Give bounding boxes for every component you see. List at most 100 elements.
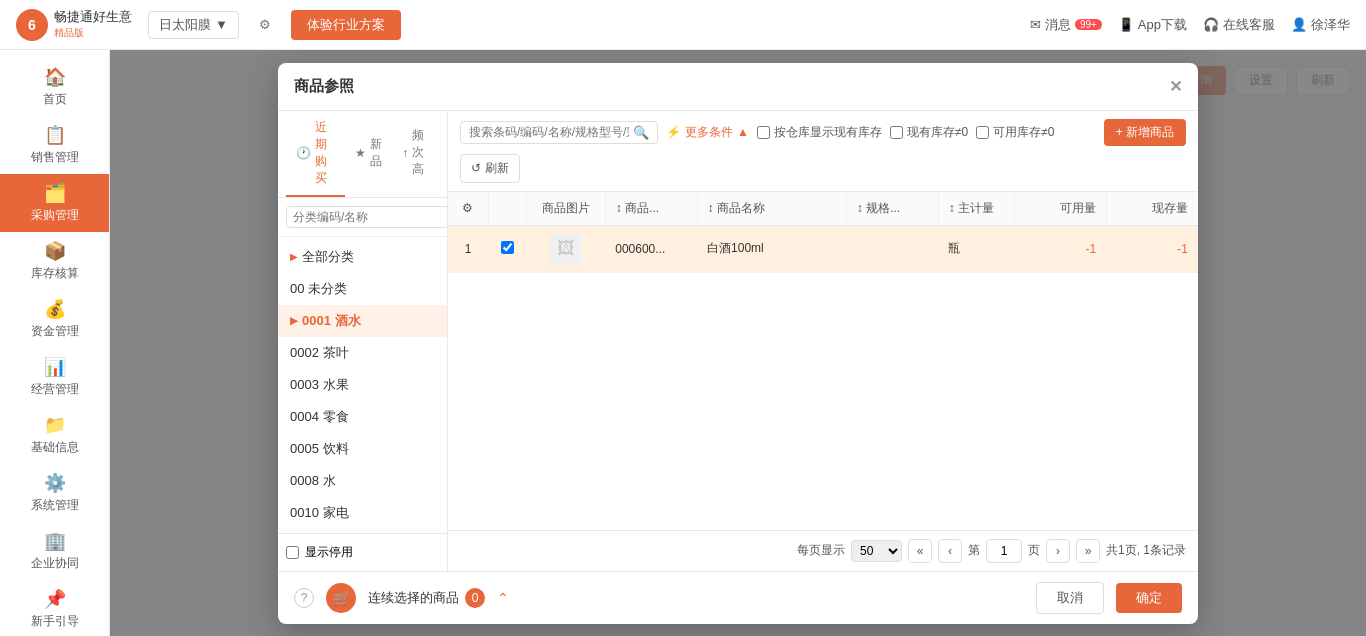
sidebar-item-enterprise[interactable]: 🏢 企业协同 [0,522,109,580]
selected-count: 连续选择的商品 0 [368,588,485,608]
enterprise-icon: 🏢 [44,530,66,552]
show-disabled-checkbox[interactable] [286,546,299,559]
page-label: 第 [968,542,980,559]
show-disabled-label: 显示停用 [305,544,353,561]
nav-msg[interactable]: ✉ 消息 99+ [1030,16,1102,34]
sidebar-label-operation: 经营管理 [31,381,79,398]
cat-item-c0001[interactable]: ▶ 0001 酒水 [278,305,447,337]
page-input[interactable] [986,539,1022,563]
confirm-btn[interactable]: 确定 [1116,583,1182,613]
nav-user[interactable]: 👤 徐泽华 [1291,16,1350,34]
cat-item-c0004[interactable]: 0004 零食 [278,401,447,433]
recent-icon: 🕐 [296,146,311,160]
sidebar-item-sales[interactable]: 📋 销售管理 [0,116,109,174]
cat-item-c0005[interactable]: 0005 饮料 [278,433,447,465]
add-product-btn[interactable]: + 新增商品 [1104,119,1186,146]
cat-item-c0002-label: 0002 茶叶 [290,344,349,362]
modal-overlay: 商品参照 ✕ 🕐 近期购买 ★ 新 [110,50,1366,636]
modal-close-btn[interactable]: ✕ [1169,77,1182,96]
cancel-btn[interactable]: 取消 [1036,582,1104,614]
sidebar-item-purchase[interactable]: 🗂️ 采购管理 [0,174,109,232]
by-warehouse-checkbox-group[interactable]: 按仓库显示现有库存 [757,124,882,141]
cat-tabs: 🕐 近期购买 ★ 新品 ↑ 频次高 [278,111,447,198]
sidebar-label-home: 首页 [43,91,67,108]
cat-item-c0003[interactable]: 0003 水果 [278,369,447,401]
cat-tab-recent[interactable]: 🕐 近期购买 [286,111,345,197]
help-icon[interactable]: ? [294,588,314,608]
cat-tab-freq[interactable]: ↑ 频次高 [392,111,439,197]
available-checkbox-group[interactable]: 可用库存≠0 [976,124,1054,141]
sidebar-item-system[interactable]: ⚙️ 系统管理 [0,464,109,522]
sidebar-item-operation[interactable]: 📊 经营管理 [0,348,109,406]
next-page-btn[interactable]: › [1046,539,1070,563]
gear-icon[interactable]: ⚙ [251,11,279,39]
search-icon[interactable]: 🔍 [633,125,649,140]
finance-icon: 💰 [44,298,66,320]
sidebar-label-finance: 资金管理 [31,323,79,340]
th-img: 商品图片 [526,192,605,226]
trial-btn[interactable]: 体验行业方案 [291,10,401,40]
first-page-btn[interactable]: « [908,539,932,563]
table-row[interactable]: 1 🖼 000600... 白酒100ml [448,225,1198,272]
logo-name: 畅捷通好生意 [54,9,132,26]
nav-service[interactable]: 🎧 在线客服 [1203,16,1275,34]
cat-tab-recent-label: 近期购买 [315,119,335,187]
search-input[interactable] [469,125,629,139]
basic-icon: 📁 [44,414,66,436]
refresh-btn[interactable]: ↺ 刷新 [460,154,520,183]
row-name: 白酒100ml [697,225,846,272]
nav-dropdown[interactable]: 日太阳膜 ▼ [148,11,239,39]
cat-item-c00[interactable]: 00 未分类 [278,273,447,305]
arrow-icon: ▶ [290,251,298,262]
cart-icon[interactable]: 🛒 [326,583,356,613]
row-check[interactable] [488,225,526,272]
sidebar-label-sales: 销售管理 [31,149,79,166]
msg-badge: 99+ [1075,19,1102,30]
row-img: 🖼 [526,225,605,272]
sidebar-item-basic[interactable]: 📁 基础信息 [0,406,109,464]
available-checkbox[interactable] [976,126,989,139]
system-icon: ⚙️ [44,472,66,494]
sidebar-item-inventory[interactable]: 📦 库存核算 [0,232,109,290]
sidebar-item-finance[interactable]: 💰 资金管理 [0,290,109,348]
th-settings[interactable]: ⚙ [448,192,488,226]
has-stock-checkbox[interactable] [890,126,903,139]
modal-header: 商品参照 ✕ [278,63,1198,111]
has-stock-checkbox-group[interactable]: 现有库存≠0 [890,124,968,141]
nav-app[interactable]: 📱 App下载 [1118,16,1187,34]
cat-item-c0008[interactable]: 0008 水 [278,465,447,497]
cat-item-c0002[interactable]: 0002 茶叶 [278,337,447,369]
filter-btn[interactable]: ⚡ 更多条件 ▲ [666,124,749,141]
cat-item-c00-label: 00 未分类 [290,280,347,298]
by-warehouse-label: 按仓库显示现有库存 [774,124,882,141]
logo-sub: 精品版 [54,26,132,40]
by-warehouse-checkbox[interactable] [757,126,770,139]
page-size-label: 每页显示 [797,542,845,559]
category-list: ▶ 全部分类 00 未分类 ▶ 0001 酒水 0002 茶 [278,237,447,533]
cat-tab-new[interactable]: ★ 新品 [345,111,392,197]
home-icon: 🏠 [44,66,66,88]
th-name: ↕ 商品名称 [697,192,846,226]
prod-toolbar: 🔍 ⚡ 更多条件 ▲ 按仓库显示现有库存 [448,111,1198,192]
product-table: ⚙ 商品图片 ↕ 商品... ↕ 商品名称 [448,192,1198,530]
arrow-icon-active: ▶ [290,315,298,326]
prev-page-btn[interactable]: ‹ [938,539,962,563]
sales-icon: 📋 [44,124,66,146]
collapse-btn[interactable]: ⌃ [497,590,509,606]
has-stock-label: 现有库存≠0 [907,124,968,141]
selected-label: 连续选择的商品 [368,589,459,607]
page-size-select[interactable]: 50 10 20 100 [851,540,902,562]
content-area: 查询 设置 刷新 商品参照 ✕ 🕐 [110,50,1366,636]
cat-item-c0003-label: 0003 水果 [290,376,349,394]
nav-user-name: 徐泽华 [1311,16,1350,34]
th-spec: ↕ 规格... [846,192,938,226]
category-panel: 🕐 近期购买 ★ 新品 ↑ 频次高 [278,111,448,571]
sidebar-item-home[interactable]: 🏠 首页 [0,58,109,116]
last-page-btn[interactable]: » [1076,539,1100,563]
cat-search: 🔍 [278,198,447,237]
cat-item-c0010[interactable]: 0010 家电 [278,497,447,529]
cat-item-all[interactable]: ▶ 全部分类 [278,241,447,273]
cat-tab-freq-label: 频次高 [412,127,429,178]
cat-search-input[interactable] [286,206,448,228]
sidebar-item-guide[interactable]: 📌 新手引导 [0,580,109,636]
